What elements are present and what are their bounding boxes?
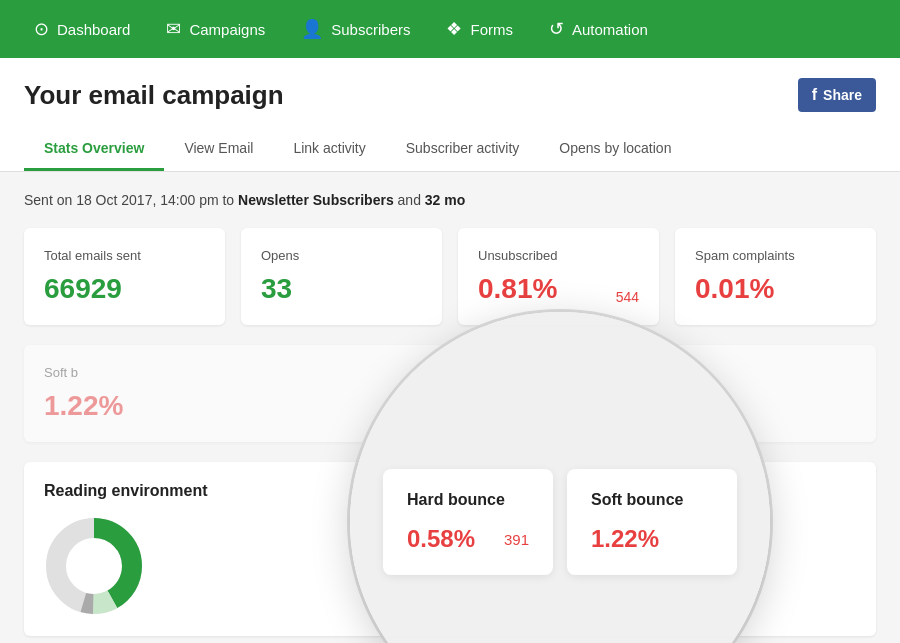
- stat-count-unsubscribed: 544: [616, 289, 639, 305]
- nav-item-campaigns[interactable]: ✉ Campaigns: [148, 0, 283, 58]
- tab-bar: Stats Overview View Email Link activity …: [24, 128, 876, 171]
- hard-bounce-value: 0.58%: [407, 525, 475, 553]
- page-title: Your email campaign: [24, 80, 284, 111]
- stat-label-opens: Opens: [261, 248, 422, 263]
- sent-list: Newsletter Subscribers: [238, 192, 394, 208]
- magnifier-content: Hard bounce 0.58% 391 Soft bounce 1.22%: [353, 439, 767, 605]
- stat-value-total-sent: 66929: [44, 273, 205, 305]
- stat-label-total-sent: Total emails sent: [44, 248, 205, 263]
- stat-card-opens: Opens 33: [241, 228, 442, 325]
- hard-bounce-count: 391: [504, 531, 529, 548]
- stat-label-spam: Spam complaints: [695, 248, 856, 263]
- soft-bounce-value: 1.22%: [591, 525, 659, 553]
- top-navigation: ⊙ Dashboard ✉ Campaigns 👤 Subscribers ❖ …: [0, 0, 900, 58]
- automation-icon: ↺: [549, 18, 564, 40]
- nav-label-dashboard: Dashboard: [57, 21, 130, 38]
- soft-bounce-card: Soft bounce 1.22%: [567, 469, 737, 575]
- stat-value-opens: 33: [261, 273, 422, 305]
- nav-label-campaigns: Campaigns: [189, 21, 265, 38]
- nav-label-subscribers: Subscribers: [331, 21, 410, 38]
- soft-bounce-label: Soft bounce: [591, 491, 713, 509]
- sent-info: Sent on 18 Oct 2017, 14:00 pm to Newslet…: [24, 192, 876, 208]
- tab-link-activity[interactable]: Link activity: [273, 128, 385, 171]
- tab-opens-by-location[interactable]: Opens by location: [539, 128, 691, 171]
- nav-item-automation[interactable]: ↺ Automation: [531, 0, 666, 58]
- page-header: Your email campaign f Share Stats Overvi…: [0, 58, 900, 172]
- forms-icon: ❖: [446, 18, 462, 40]
- stat-card-total-sent: Total emails sent 66929: [24, 228, 225, 325]
- tab-view-email[interactable]: View Email: [164, 128, 273, 171]
- share-button[interactable]: f Share: [798, 78, 876, 112]
- hard-bounce-label: Hard bounce: [407, 491, 529, 509]
- donut-chart: [44, 516, 144, 616]
- hard-bounce-card: Hard bounce 0.58% 391: [383, 469, 553, 575]
- stat-value-spam: 0.01%: [695, 273, 856, 305]
- stat-value-unsubscribed: 0.81%: [478, 273, 557, 305]
- stat-label-unsubscribed: Unsubscribed: [478, 248, 639, 263]
- stat-card-spam: Spam complaints 0.01%: [675, 228, 876, 325]
- campaigns-icon: ✉: [166, 18, 181, 40]
- nav-item-forms[interactable]: ❖ Forms: [428, 0, 531, 58]
- nav-label-automation: Automation: [572, 21, 648, 38]
- sent-suffix: 32 mo: [425, 192, 465, 208]
- tab-subscriber-activity[interactable]: Subscriber activity: [386, 128, 540, 171]
- share-button-label: Share: [823, 87, 862, 103]
- nav-label-forms: Forms: [470, 21, 513, 38]
- main-content: Sent on 18 Oct 2017, 14:00 pm to Newslet…: [0, 172, 900, 643]
- nav-item-subscribers[interactable]: 👤 Subscribers: [283, 0, 428, 58]
- subscribers-icon: 👤: [301, 18, 323, 40]
- dashboard-icon: ⊙: [34, 18, 49, 40]
- facebook-icon: f: [812, 86, 817, 104]
- stat-card-unsubscribed: Unsubscribed 0.81% 544: [458, 228, 659, 325]
- tab-stats-overview[interactable]: Stats Overview: [24, 128, 164, 171]
- nav-item-dashboard[interactable]: ⊙ Dashboard: [16, 0, 148, 58]
- stats-grid: Total emails sent 66929 Opens 33 Unsubsc…: [24, 228, 876, 325]
